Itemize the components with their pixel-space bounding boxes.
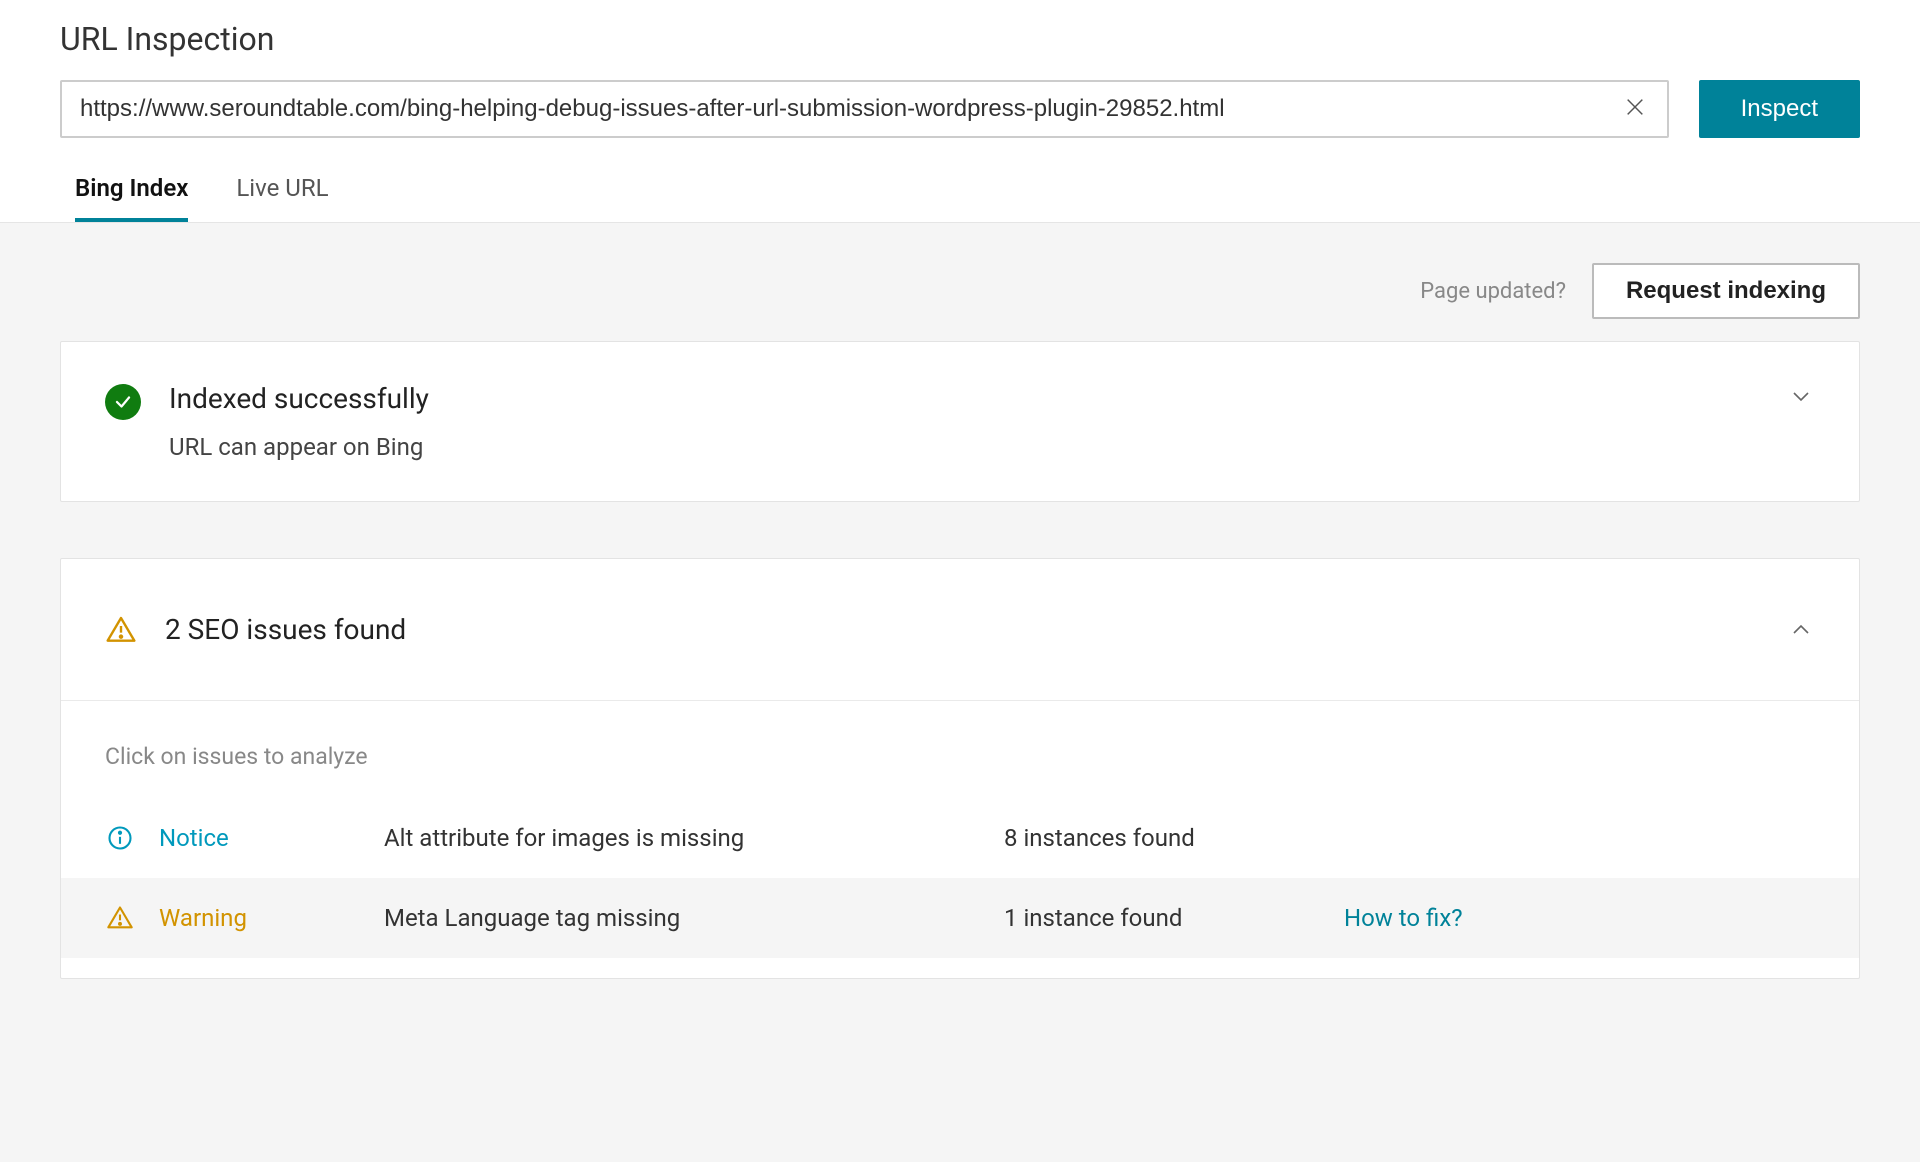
page-updated-label: Page updated?: [1420, 279, 1566, 304]
chevron-down-icon: [1787, 382, 1815, 410]
index-status-subtitle: URL can appear on Bing: [169, 433, 1787, 461]
page-title: URL Inspection: [60, 20, 1860, 58]
issue-level-label: Warning: [159, 904, 384, 932]
info-circle-icon: [105, 823, 135, 853]
clear-input-button[interactable]: [1621, 95, 1649, 123]
seo-issues-hint: Click on issues to analyze: [61, 743, 1859, 798]
issue-count: 1 instance found: [1004, 904, 1344, 932]
index-status-title: Indexed successfully: [169, 382, 1787, 415]
tab-bar: Bing Index Live URL: [60, 174, 1860, 222]
actions-row: Page updated? Request indexing: [60, 263, 1860, 319]
index-status-header[interactable]: Indexed successfully URL can appear on B…: [61, 342, 1859, 501]
url-input[interactable]: [80, 95, 1621, 123]
issue-count: 8 instances found: [1004, 824, 1344, 852]
issue-fix-link[interactable]: How to fix?: [1344, 904, 1463, 932]
issue-row-warning[interactable]: Warning Meta Language tag missing 1 inst…: [61, 878, 1859, 958]
seo-issues-card: 2 SEO issues found Click on issues to an…: [60, 558, 1860, 979]
issue-description: Alt attribute for images is missing: [384, 824, 1004, 852]
success-check-icon: [105, 384, 141, 420]
close-icon: [1624, 96, 1646, 122]
warning-triangle-icon: [105, 614, 137, 646]
tab-bing-index[interactable]: Bing Index: [75, 174, 188, 222]
inspect-button[interactable]: Inspect: [1699, 80, 1860, 138]
url-inspection-row: Inspect: [60, 80, 1860, 138]
issue-row-notice[interactable]: Notice Alt attribute for images is missi…: [61, 798, 1859, 878]
warning-triangle-icon: [105, 903, 135, 933]
seo-issues-title: 2 SEO issues found: [165, 613, 1787, 646]
seo-issues-body: Click on issues to analyze Notice Alt at…: [61, 701, 1859, 958]
request-indexing-button[interactable]: Request indexing: [1592, 263, 1860, 319]
url-input-container: [60, 80, 1669, 138]
seo-issues-header[interactable]: 2 SEO issues found: [61, 559, 1859, 701]
issue-level-label: Notice: [159, 824, 384, 852]
index-status-card: Indexed successfully URL can appear on B…: [60, 341, 1860, 502]
tab-live-url[interactable]: Live URL: [236, 174, 328, 222]
chevron-up-icon: [1787, 616, 1815, 644]
issue-description: Meta Language tag missing: [384, 904, 1004, 932]
